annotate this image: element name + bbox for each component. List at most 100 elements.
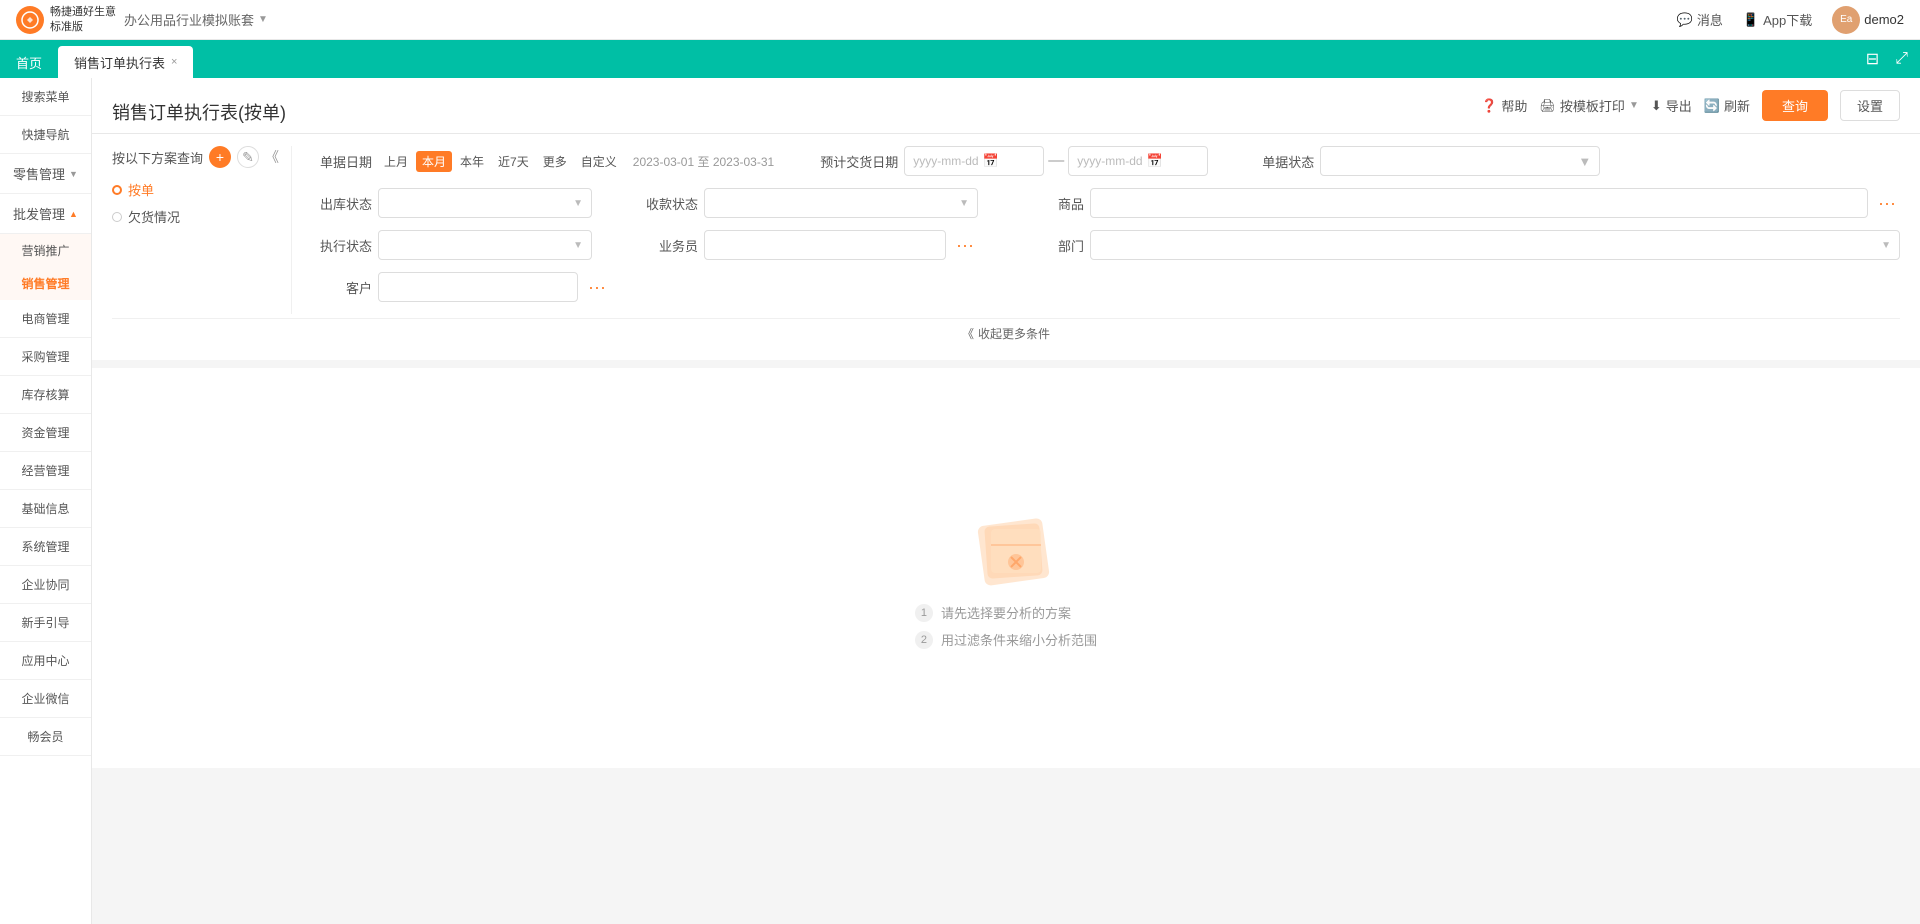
sidebar-item-app-center[interactable]: 应用中心 (0, 642, 91, 680)
collapse-btn[interactable]: 《 收起更多条件 (112, 318, 1900, 348)
phone-icon: 📱 (1743, 12, 1759, 28)
product-more-btn[interactable]: ··· (1874, 193, 1900, 214)
page-content: 销售订单执行表(按单) ❓ 帮助 🖨 按模板打印 ▼ ⬇ 导出 (92, 78, 1920, 924)
sidebar-item-wholesale[interactable]: 批发管理 ▲ (0, 194, 91, 234)
filter-row-4: 客户 ··· (312, 272, 1900, 302)
settings-button[interactable]: 设置 (1840, 90, 1900, 121)
shortcut-last7[interactable]: 近7天 (492, 151, 535, 172)
page-title: 销售订单执行表(按单) (112, 99, 286, 125)
empty-tip-2: 2 用过滤条件来缩小分析范围 (915, 630, 1097, 649)
main-layout: 搜索菜单 快捷导航 零售管理 ▼ 批发管理 ▲ 营销推广 销售管理 电商管理 采… (0, 78, 1920, 924)
product-label: 商品 (1024, 194, 1084, 213)
sidebar-sub-marketing[interactable]: 营销推广 (0, 234, 91, 267)
avatar: Ea (1832, 6, 1860, 34)
sidebar-sub-sales[interactable]: 销售管理 (0, 267, 91, 300)
tab-expand-icon[interactable]: ⤢ (1891, 46, 1912, 72)
shortcut-custom[interactable]: 自定义 (575, 151, 623, 172)
shortcut-this-year[interactable]: 本年 (454, 151, 490, 172)
sidebar-item-new-guide[interactable]: 新手引导 (0, 604, 91, 642)
date-range-delivery: yyyy-mm-dd 📅 — yyyy-mm-dd 📅 (904, 146, 1208, 176)
print-btn[interactable]: 🖨 按模板打印 ▼ (1539, 96, 1638, 115)
date-shortcuts: 上月 本月 本年 近7天 更多 自定义 (378, 151, 623, 172)
app-download-action[interactable]: 📱 App下载 (1743, 10, 1812, 29)
wholesale-arrow-icon: ▲ (69, 209, 78, 219)
sidebar-item-purchase[interactable]: 采购管理 (0, 338, 91, 376)
help-btn[interactable]: ❓ 帮助 (1481, 96, 1527, 115)
export-btn[interactable]: ⬇ 导出 (1651, 96, 1692, 115)
filter-date: 单据日期 上月 本月 本年 近7天 更多 自定义 2023-03-01 至 20… (312, 151, 774, 172)
date-end-input[interactable]: yyyy-mm-dd 📅 (1068, 146, 1208, 176)
sidebar-item-enterprise-wechat[interactable]: 企业微信 (0, 680, 91, 718)
sidebar-sub-wholesale: 营销推广 销售管理 (0, 234, 91, 300)
user-area[interactable]: Ea demo2 (1832, 6, 1904, 34)
salesperson-label: 业务员 (638, 236, 698, 255)
logo-icon (16, 6, 44, 34)
query-button[interactable]: 查询 (1762, 90, 1828, 121)
logo-text: 畅捷通好生意 标准版 (50, 5, 116, 34)
search-panel: 按以下方案查询 + ✎ 《 按单 (92, 134, 1920, 360)
scheme-sidebar: 按以下方案查询 + ✎ 《 按单 (112, 146, 292, 314)
tab-active-label: 销售订单执行表 (74, 53, 165, 72)
shortcut-this-month[interactable]: 本月 (416, 151, 452, 172)
retail-arrow-icon: ▼ (69, 169, 78, 179)
tab-bar-right: ⊟ ⤢ (1862, 40, 1920, 78)
tip-num-2: 2 (915, 631, 933, 649)
sidebar-item-membership[interactable]: 畅会员 (0, 718, 91, 756)
refresh-btn[interactable]: 🔄 刷新 (1704, 96, 1750, 115)
filter-delivery-status: 出库状态 ▼ (312, 188, 592, 218)
product-input[interactable] (1090, 188, 1868, 218)
date-start-input[interactable]: yyyy-mm-dd 📅 (904, 146, 1044, 176)
tip-num-1: 1 (915, 604, 933, 622)
collection-status-label: 收款状态 (638, 194, 698, 213)
department-label: 部门 (1024, 236, 1084, 255)
sidebar-item-operations[interactable]: 经营管理 (0, 452, 91, 490)
tab-minimize-icon[interactable]: ⊟ (1862, 45, 1883, 73)
status-arrow-icon: ▼ (1578, 154, 1591, 169)
sidebar-item-quick-nav[interactable]: 快捷导航 (0, 116, 91, 154)
expected-delivery-label: 预计交货日期 (820, 152, 898, 171)
sidebar-item-search[interactable]: 搜索菜单 (0, 78, 91, 116)
sidebar-item-retail[interactable]: 零售管理 ▼ (0, 154, 91, 194)
customer-label: 客户 (312, 278, 372, 297)
salesperson-input[interactable] (704, 230, 946, 260)
customer-more-btn[interactable]: ··· (584, 277, 610, 298)
edit-scheme-btn[interactable]: ✎ (237, 146, 259, 168)
sidebar-item-system[interactable]: 系统管理 (0, 528, 91, 566)
top-header: 畅捷通好生意 标准版 办公用品行业模拟账套 ▼ 💬 消息 📱 App下载 Ea … (0, 0, 1920, 40)
tab-close-icon[interactable]: × (171, 56, 177, 68)
status-label: 单据状态 (1254, 152, 1314, 171)
execution-status-select[interactable]: ▼ (378, 230, 592, 260)
breadcrumb: 办公用品行业模拟账套 ▼ (124, 10, 268, 29)
sidebar-item-inventory[interactable]: 库存核算 (0, 376, 91, 414)
scheme-item-order[interactable]: 按单 (112, 176, 279, 203)
sidebar-item-finance[interactable]: 资金管理 (0, 414, 91, 452)
filter-row-2: 出库状态 ▼ 收款状态 ▼ (312, 188, 1900, 218)
filter-department: 部门 ▼ (1024, 230, 1900, 260)
scheme-item-arrears[interactable]: 欠货情况 (112, 203, 279, 230)
sidebar-item-basic[interactable]: 基础信息 (0, 490, 91, 528)
filter-status: 单据状态 ▼ (1254, 146, 1600, 176)
messages-action[interactable]: 💬 消息 (1677, 10, 1723, 29)
tab-home[interactable]: 首页 (0, 46, 58, 78)
status-select[interactable]: ▼ (1320, 146, 1600, 176)
delivery-arrow-icon: ▼ (573, 198, 583, 209)
shortcut-prev-month[interactable]: 上月 (378, 151, 414, 172)
filter-expected-delivery: 预计交货日期 yyyy-mm-dd 📅 — yyyy-mm-dd (820, 146, 1208, 176)
data-area: 1 请先选择要分析的方案 2 用过滤条件来缩小分析范围 (92, 368, 1920, 768)
sidebar-item-ecommerce[interactable]: 电商管理 (0, 300, 91, 338)
delivery-status-label: 出库状态 (312, 194, 372, 213)
add-scheme-btn[interactable]: + (209, 146, 231, 168)
department-arrow-icon: ▼ (1881, 240, 1891, 251)
customer-input[interactable] (378, 272, 578, 302)
empty-icon (956, 487, 1056, 587)
collapse-scheme-icon[interactable]: 《 (265, 147, 279, 167)
salesperson-more-btn[interactable]: ··· (952, 235, 978, 256)
tab-active[interactable]: 销售订单执行表 × (58, 46, 193, 78)
shortcut-more[interactable]: 更多 (537, 151, 573, 172)
sidebar-item-enterprise[interactable]: 企业协同 (0, 566, 91, 604)
filter-execution-status: 执行状态 ▼ (312, 230, 592, 260)
collection-status-select[interactable]: ▼ (704, 188, 978, 218)
department-select[interactable]: ▼ (1090, 230, 1900, 260)
sidebar: 搜索菜单 快捷导航 零售管理 ▼ 批发管理 ▲ 营销推广 销售管理 电商管理 采… (0, 78, 92, 924)
delivery-status-select[interactable]: ▼ (378, 188, 592, 218)
